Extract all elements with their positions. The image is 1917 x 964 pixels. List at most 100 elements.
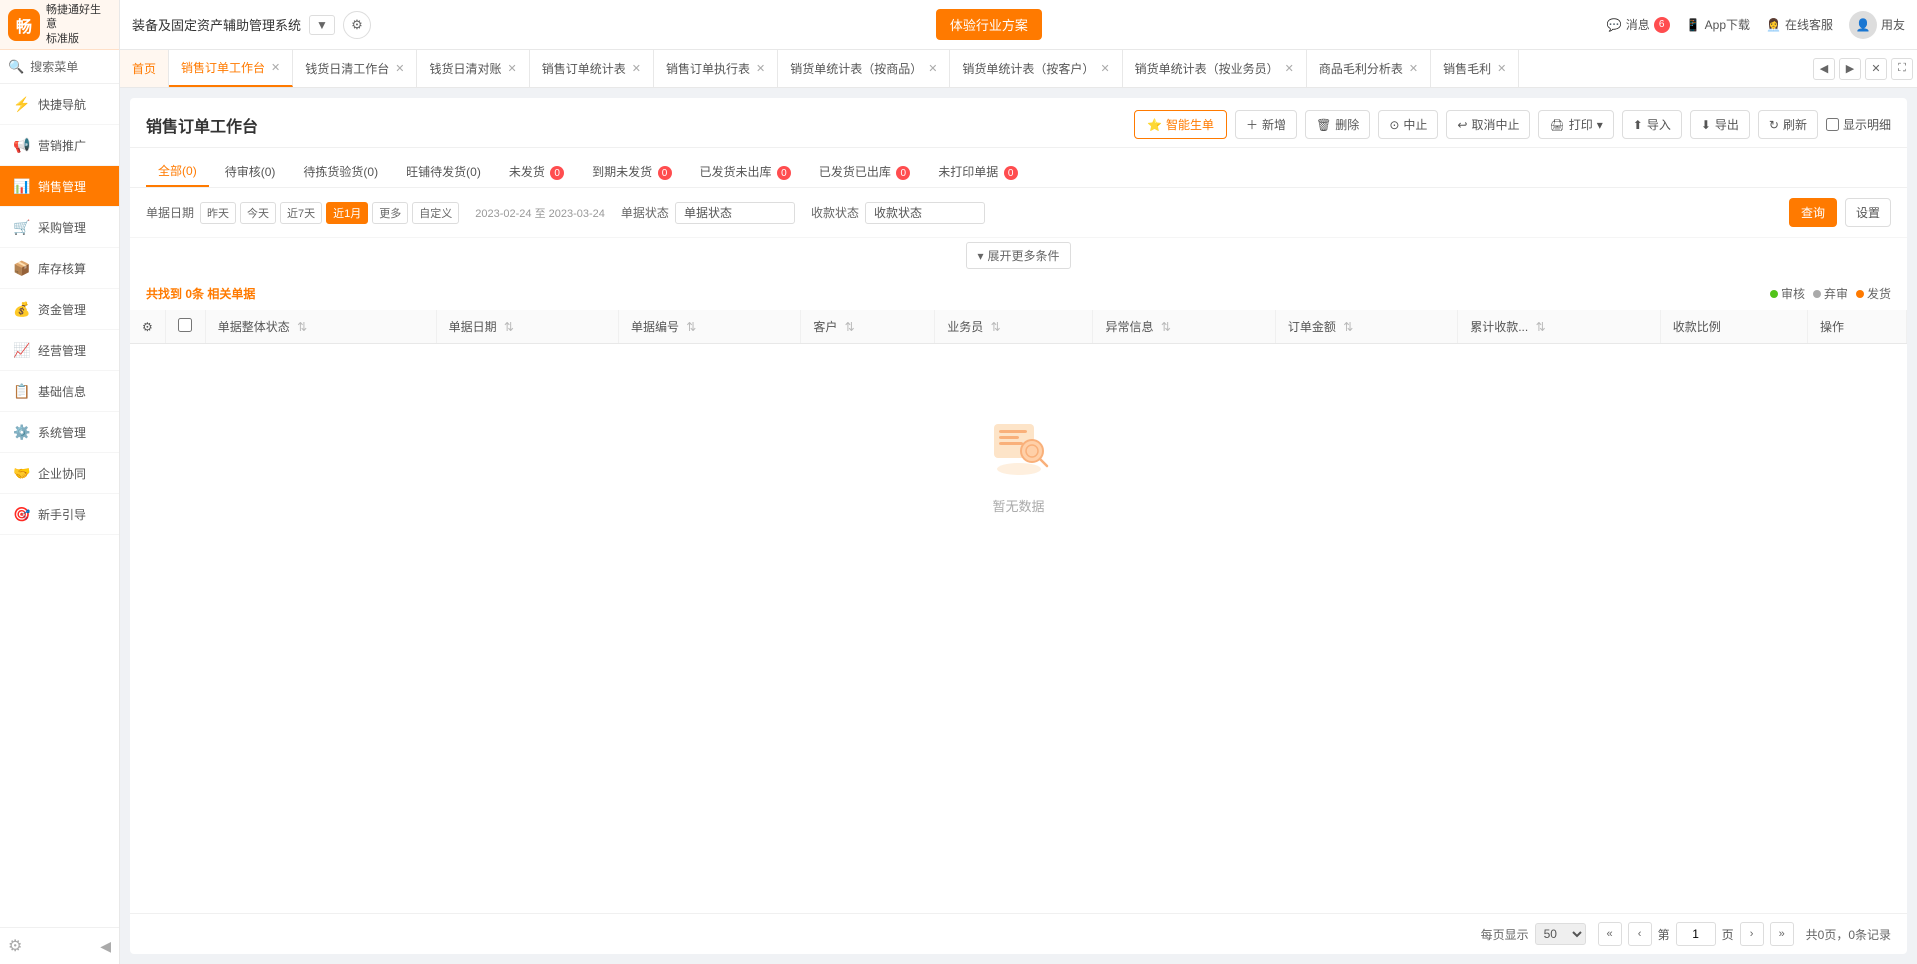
subtab-all[interactable]: 全部(0): [146, 156, 209, 187]
cancel-review-action-btn[interactable]: 弃审: [1813, 285, 1848, 302]
select-all-checkbox[interactable]: [178, 318, 192, 332]
col-ratio[interactable]: 收款比例: [1660, 310, 1807, 344]
date-btn-today[interactable]: 今天: [240, 202, 276, 224]
sort-collected-icon[interactable]: ⇅: [1536, 320, 1546, 334]
tab-cash-reconcile[interactable]: 钱货日清对账 ✕: [417, 50, 529, 87]
tab-prev-btn[interactable]: ◀: [1813, 58, 1835, 80]
show-detail-toggle[interactable]: 显示明细: [1826, 116, 1891, 133]
topbar-settings-btn[interactable]: ⚙: [343, 11, 371, 39]
sort-customer-icon[interactable]: ⇅: [845, 320, 855, 334]
col-customer[interactable]: 客户 ⇅: [801, 310, 935, 344]
date-btn-7days[interactable]: 近7天: [280, 202, 322, 224]
tab-sales-summary-staff[interactable]: 销货单统计表（按业务员） ✕: [1123, 50, 1307, 87]
refresh-btn[interactable]: ↻ 刷新: [1758, 110, 1818, 139]
subtab-wangpu-pending[interactable]: 旺铺待发货(0): [394, 157, 493, 186]
online-service-btn[interactable]: 👩‍💼 在线客服: [1766, 16, 1833, 33]
tab-close-sales-workbench[interactable]: ✕: [271, 61, 280, 74]
tab-close-gross-margin[interactable]: ✕: [1409, 62, 1418, 75]
col-settings[interactable]: ⚙: [130, 310, 165, 344]
tab-close-sales-profit[interactable]: ✕: [1497, 62, 1506, 75]
tab-sales-stat[interactable]: 销售订单统计表 ✕: [530, 50, 654, 87]
trial-btn[interactable]: 体验行业方案: [936, 9, 1042, 40]
tab-close-cash-daily[interactable]: ✕: [395, 62, 404, 75]
app-download-btn[interactable]: 📱 App下载: [1686, 16, 1750, 33]
col-salesperson[interactable]: 业务员 ⇅: [935, 310, 1093, 344]
col-status[interactable]: 单据整体状态 ⇅: [205, 310, 436, 344]
sidebar-item-quicknav[interactable]: ⚡ 快捷导航: [0, 84, 119, 125]
subtab-pending-inspect[interactable]: 待拣货验货(0): [291, 157, 390, 186]
tab-close-sales-summary-staff[interactable]: ✕: [1285, 62, 1294, 75]
review-action-btn[interactable]: 审核: [1770, 285, 1805, 302]
tab-close-sales-summary-product[interactable]: ✕: [928, 62, 937, 75]
settings-btn[interactable]: 设置: [1845, 198, 1891, 227]
user-menu[interactable]: 👤 用友: [1849, 11, 1905, 39]
add-btn[interactable]: ＋ 新增: [1235, 110, 1297, 139]
payment-select[interactable]: 收款状态: [865, 202, 985, 224]
print-btn[interactable]: 🖨 打印 ▾: [1538, 110, 1613, 139]
sort-status-icon[interactable]: ⇅: [297, 320, 307, 334]
expand-button[interactable]: ▼: [309, 15, 335, 35]
col-amount[interactable]: 订单金额 ⇅: [1275, 310, 1457, 344]
sidebar-item-finance[interactable]: 💰 资金管理: [0, 289, 119, 330]
date-btn-1month[interactable]: 近1月: [326, 202, 368, 224]
delete-btn[interactable]: 🗑 删除: [1305, 110, 1370, 139]
page-size-select[interactable]: 10 20 50 100: [1535, 923, 1586, 945]
tab-fullscreen-btn[interactable]: ⛶: [1891, 58, 1913, 80]
page-number-input[interactable]: [1676, 922, 1716, 946]
date-btn-yesterday[interactable]: 昨天: [200, 202, 236, 224]
cancel-stop-btn[interactable]: ↩ 取消中止: [1446, 110, 1530, 139]
status-select[interactable]: 单据状态: [675, 202, 795, 224]
sidebar-search-item[interactable]: 🔍 搜索菜单: [0, 50, 119, 84]
settings-icon-bottom[interactable]: ⚙: [8, 936, 22, 956]
sort-amount-icon[interactable]: ⇅: [1343, 320, 1353, 334]
sidebar-item-operations[interactable]: 📈 经营管理: [0, 330, 119, 371]
tab-sales-summary-product[interactable]: 销货单统计表（按商品） ✕: [778, 50, 950, 87]
sidebar-item-guide[interactable]: 🎯 新手引导: [0, 494, 119, 535]
col-date[interactable]: 单据日期 ⇅: [436, 310, 618, 344]
tab-close-all-btn[interactable]: ✕: [1865, 58, 1887, 80]
tab-next-btn[interactable]: ▶: [1839, 58, 1861, 80]
sidebar-item-inventory[interactable]: 📦 库存核算: [0, 248, 119, 289]
tab-gross-margin[interactable]: 商品毛利分析表 ✕: [1307, 50, 1431, 87]
sidebar-item-basicinfo[interactable]: 📋 基础信息: [0, 371, 119, 412]
expand-conditions-btn[interactable]: ▾ 展开更多条件: [966, 242, 1070, 269]
sidebar-item-system[interactable]: ⚙️ 系统管理: [0, 412, 119, 453]
prev-page-btn[interactable]: ‹: [1628, 922, 1652, 946]
tab-sales-workbench[interactable]: 销售订单工作台 ✕: [169, 50, 293, 87]
next-page-btn[interactable]: ›: [1740, 922, 1764, 946]
tab-close-sales-stat[interactable]: ✕: [632, 62, 641, 75]
tab-close-sales-summary-customer[interactable]: ✕: [1100, 62, 1109, 75]
subtab-shipped-out[interactable]: 已发货已出库 0: [807, 157, 922, 187]
last-page-btn[interactable]: »: [1770, 922, 1794, 946]
sidebar-item-marketing[interactable]: 📢 营销推广: [0, 125, 119, 166]
collapse-icon[interactable]: ◀: [100, 938, 111, 955]
message-btn[interactable]: 💬 消息 6: [1607, 16, 1670, 33]
tab-sales-summary-customer[interactable]: 销货单统计表（按客户） ✕: [950, 50, 1122, 87]
col-checkbox[interactable]: [165, 310, 205, 344]
sort-date-icon[interactable]: ⇅: [504, 320, 514, 334]
sidebar-item-cooperation[interactable]: 🤝 企业协同: [0, 453, 119, 494]
subtab-not-shipped[interactable]: 未发货 0: [497, 157, 576, 187]
col-collected[interactable]: 累计收款... ⇅: [1458, 310, 1661, 344]
smart-create-btn[interactable]: ⭐ 智能生单: [1134, 110, 1227, 139]
import-btn[interactable]: ⬆ 导入: [1622, 110, 1682, 139]
col-exception[interactable]: 异常信息 ⇅: [1093, 310, 1275, 344]
sort-salesperson-icon[interactable]: ⇅: [991, 320, 1001, 334]
first-page-btn[interactable]: «: [1598, 922, 1622, 946]
tab-sales-exec[interactable]: 销售订单执行表 ✕: [654, 50, 778, 87]
sort-number-icon[interactable]: ⇅: [686, 320, 696, 334]
sort-exception-icon[interactable]: ⇅: [1161, 320, 1171, 334]
subtab-expired-not-shipped[interactable]: 到期未发货 0: [580, 157, 683, 187]
ship-action-btn[interactable]: 发货: [1856, 285, 1891, 302]
subtab-pending-review[interactable]: 待审核(0): [213, 157, 288, 186]
tab-sales-profit[interactable]: 销售毛利 ✕: [1431, 50, 1519, 87]
subtab-shipped-not-out[interactable]: 已发货未出库 0: [688, 157, 803, 187]
sidebar-item-purchase[interactable]: 🛒 采购管理: [0, 207, 119, 248]
subtab-not-printed[interactable]: 未打印单据 0: [926, 157, 1029, 187]
export-btn[interactable]: ⬇ 导出: [1690, 110, 1750, 139]
tab-close-cash-reconcile[interactable]: ✕: [508, 62, 517, 75]
col-number[interactable]: 单据编号 ⇅: [618, 310, 800, 344]
show-detail-checkbox[interactable]: [1826, 118, 1839, 131]
date-btn-custom[interactable]: 自定义: [412, 202, 459, 224]
sidebar-item-sales[interactable]: 📊 销售管理: [0, 166, 119, 207]
